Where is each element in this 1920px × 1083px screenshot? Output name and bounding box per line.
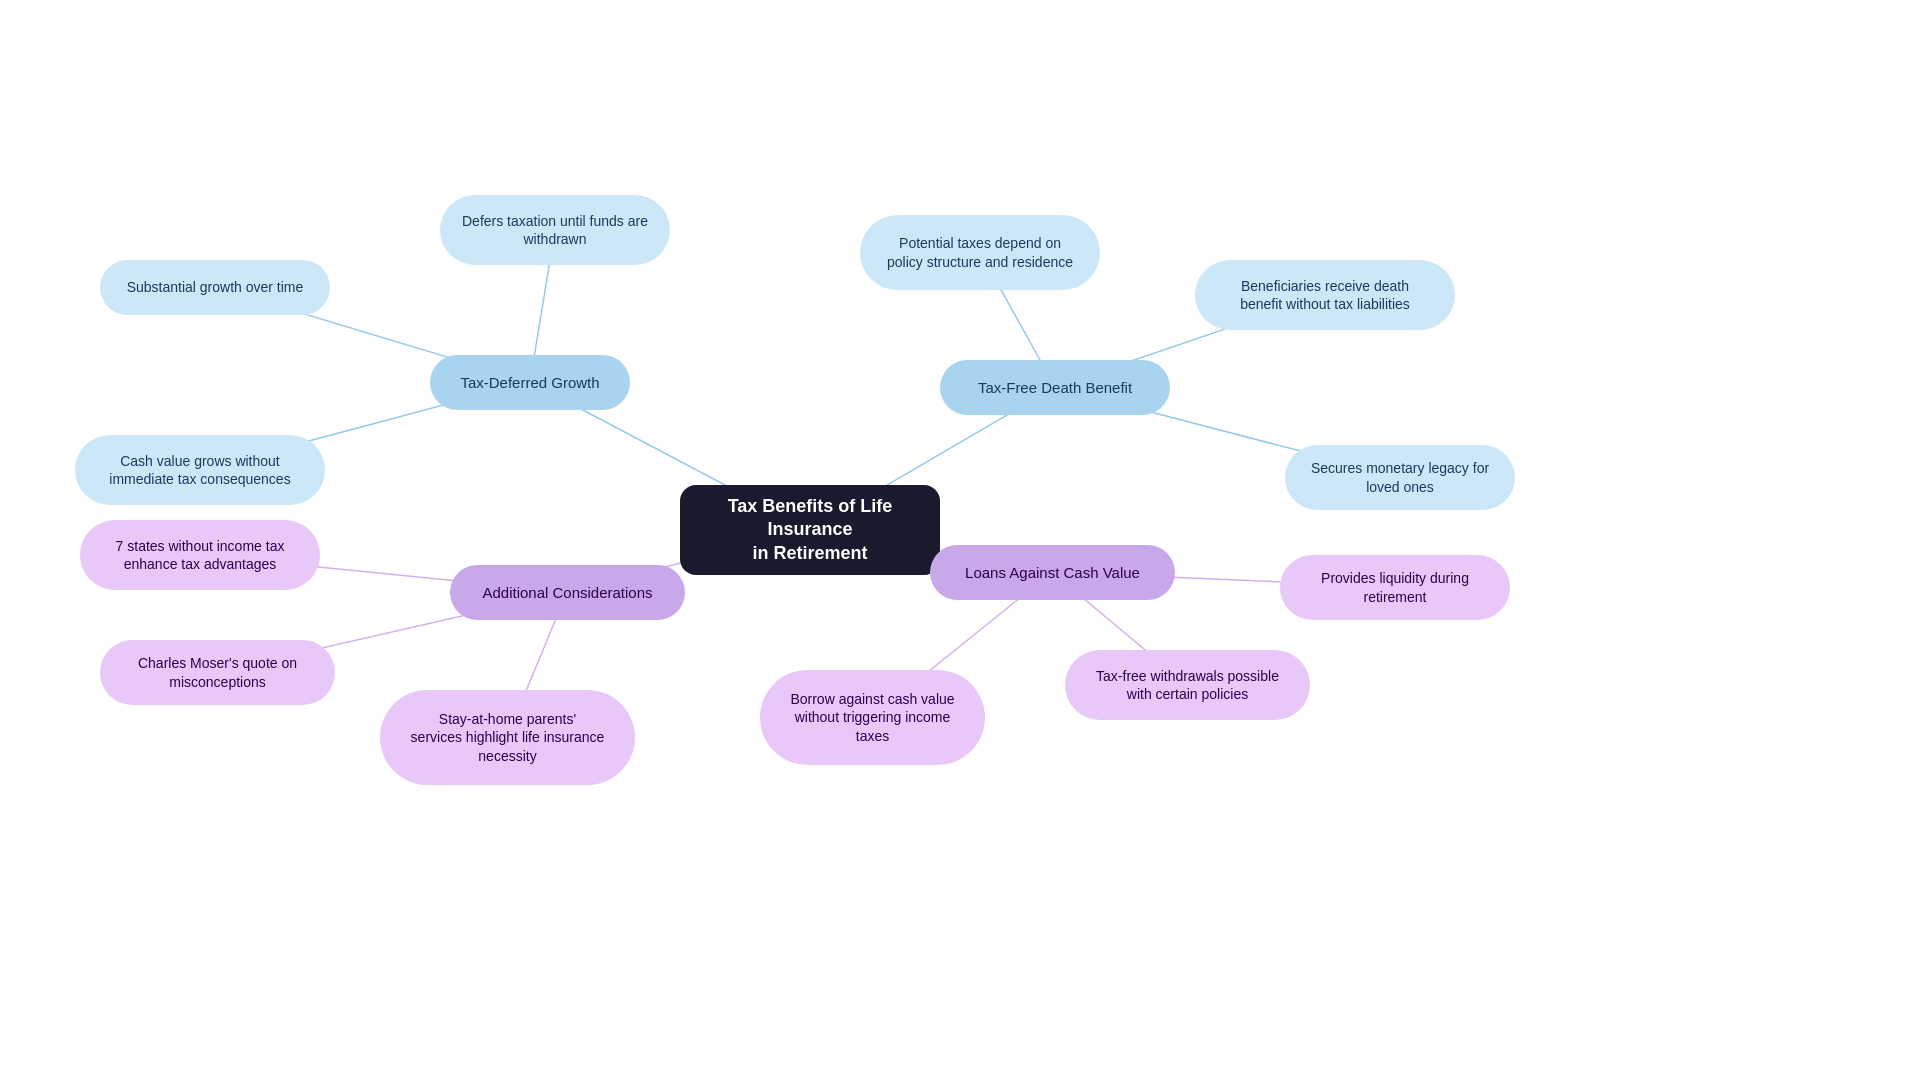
- charles-moser-label: Charles Moser's quote on misconceptions: [138, 654, 297, 690]
- beneficiaries-label: Beneficiaries receive death benefit with…: [1240, 277, 1410, 313]
- center-node: Tax Benefits of Life Insurance in Retire…: [680, 485, 940, 575]
- defers-taxation-node: Defers taxation until funds are withdraw…: [440, 195, 670, 265]
- defers-taxation-label: Defers taxation until funds are withdraw…: [462, 212, 648, 248]
- cash-value-grows-label: Cash value grows without immediate tax c…: [109, 452, 290, 488]
- secures-legacy-node: Secures monetary legacy for loved ones: [1285, 445, 1515, 510]
- additional-label: Additional Considerations: [482, 583, 652, 603]
- substantial-growth-node: Substantial growth over time: [100, 260, 330, 315]
- borrow-against-label: Borrow against cash value without trigge…: [790, 690, 954, 745]
- substantial-growth-label: Substantial growth over time: [127, 278, 304, 296]
- additional-node: Additional Considerations: [450, 565, 685, 620]
- secures-legacy-label: Secures monetary legacy for loved ones: [1311, 459, 1489, 495]
- potential-taxes-label: Potential taxes depend on policy structu…: [887, 234, 1073, 270]
- loans-cash-label: Loans Against Cash Value: [965, 563, 1140, 583]
- cash-value-grows-node: Cash value grows without immediate tax c…: [75, 435, 325, 505]
- potential-taxes-node: Potential taxes depend on policy structu…: [860, 215, 1100, 290]
- tax-free-death-label: Tax-Free Death Benefit: [978, 378, 1132, 398]
- charles-moser-node: Charles Moser's quote on misconceptions: [100, 640, 335, 705]
- provides-liquidity-label: Provides liquidity during retirement: [1321, 569, 1469, 605]
- tax-free-death-node: Tax-Free Death Benefit: [940, 360, 1170, 415]
- stay-at-home-node: Stay-at-home parents' services highlight…: [380, 690, 635, 785]
- tax-deferred-label: Tax-Deferred Growth: [460, 373, 599, 393]
- stay-at-home-label: Stay-at-home parents' services highlight…: [411, 710, 605, 765]
- loans-cash-node: Loans Against Cash Value: [930, 545, 1175, 600]
- seven-states-node: 7 states without income tax enhance tax …: [80, 520, 320, 590]
- seven-states-label: 7 states without income tax enhance tax …: [116, 537, 285, 573]
- tax-deferred-node: Tax-Deferred Growth: [430, 355, 630, 410]
- borrow-against-node: Borrow against cash value without trigge…: [760, 670, 985, 765]
- provides-liquidity-node: Provides liquidity during retirement: [1280, 555, 1510, 620]
- tax-free-withdrawals-node: Tax-free withdrawals possible with certa…: [1065, 650, 1310, 720]
- beneficiaries-node: Beneficiaries receive death benefit with…: [1195, 260, 1455, 330]
- tax-free-withdrawals-label: Tax-free withdrawals possible with certa…: [1096, 667, 1279, 703]
- center-label: Tax Benefits of Life Insurance in Retire…: [700, 495, 920, 565]
